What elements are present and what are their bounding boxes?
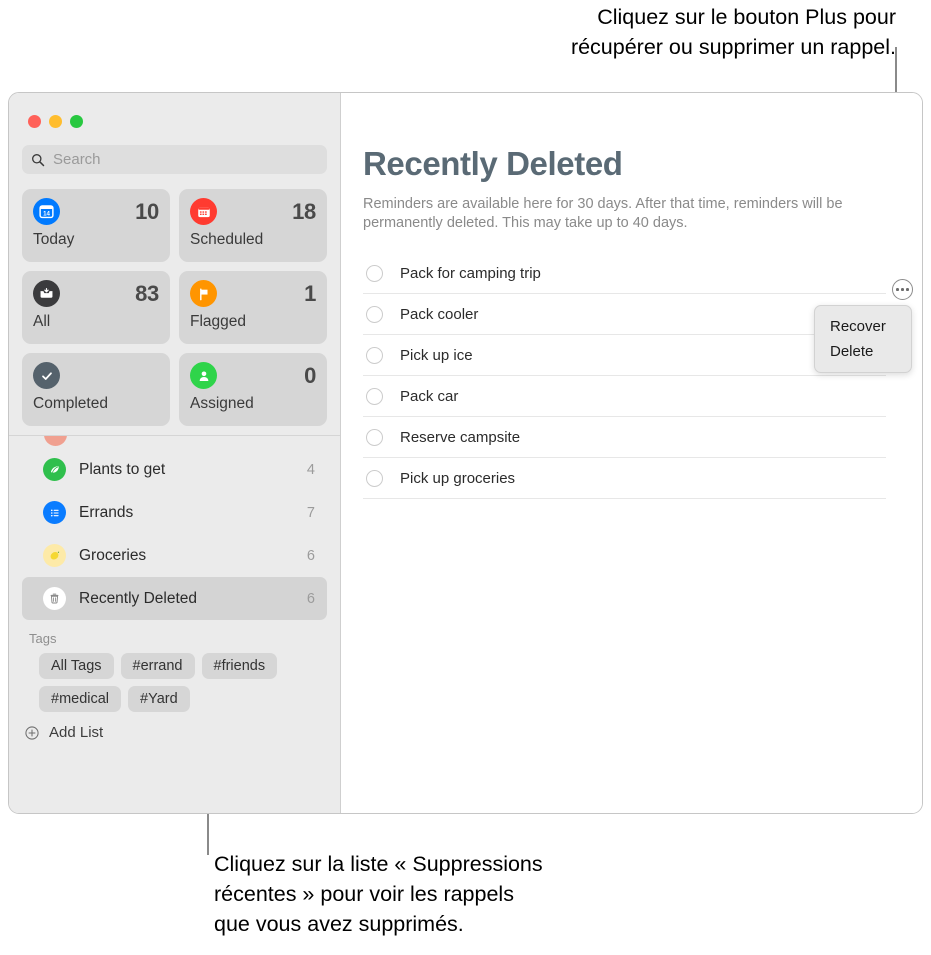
reminder-checkbox[interactable] [366,469,383,487]
smart-card-completed[interactable]: Completed [22,353,170,426]
menu-item-recover[interactable]: Recover [815,314,911,339]
ellipsis-dot [901,288,904,291]
list-count: 7 [306,504,315,521]
reminder-title: Pick up ice [400,346,473,364]
tag-chip-errand[interactable]: #errand [120,653,195,679]
menu-item-delete[interactable]: Delete [815,339,911,364]
reminder-row[interactable]: Pack car [363,376,886,417]
ellipsis-dot [896,288,899,291]
reminder-row[interactable]: Reserve campsite [363,417,886,458]
clipped-list-icon [44,436,67,446]
page-subtitle: Reminders are available here for 30 days… [363,196,843,231]
smart-card-label: Assigned [190,395,254,412]
lemon-icon [43,544,66,567]
calendar-scheduled-icon [190,198,217,225]
reminder-row[interactable]: Pick up ice [363,335,886,376]
reminder-title: Pack for camping trip [400,264,541,282]
smart-card-scheduled[interactable]: 18 Scheduled [179,189,327,262]
list-count: 4 [306,461,315,478]
reminder-title: Reserve campsite [400,428,521,446]
reminder-checkbox[interactable] [366,387,383,405]
reminder-checkbox[interactable] [366,264,383,282]
smart-card-count: 10 [135,198,159,224]
more-options-button[interactable] [892,279,913,300]
reminder-title: Pack car [400,387,459,405]
zoom-button[interactable] [70,115,83,128]
plus-circle-icon [25,725,39,740]
reminder-checkbox[interactable] [366,346,383,364]
reminder-checkbox[interactable] [366,428,383,446]
reminders-window: Search 14 10 Today 18 Scheduled 83 All 1… [8,92,923,814]
smart-card-today[interactable]: 14 10 Today [22,189,170,262]
checkmark-icon [33,362,60,389]
reminder-list: Pack for camping trip Pack cooler Pick u… [363,253,886,499]
smart-card-label: Flagged [190,313,247,330]
callout-text-top: Cliquez sur le bouton Plus pour récupére… [570,5,896,59]
smart-card-count: 0 [304,362,316,388]
svg-text:14: 14 [43,210,50,217]
reminder-row[interactable]: Pick up groceries [363,458,886,499]
tags-list: All Tags #errand #friends #medical #Yard [39,653,327,712]
search-placeholder: Search [53,151,101,168]
flag-icon [190,280,217,307]
search-icon [32,153,45,166]
list-count: 6 [306,547,315,564]
page-title: Recently Deleted [363,145,623,182]
smart-card-assigned[interactable]: 0 Assigned [179,353,327,426]
add-list-button[interactable]: Add List [9,712,340,741]
calendar-today-icon: 14 [33,198,60,225]
context-menu: Recover Delete [814,305,912,373]
trash-icon [43,587,66,610]
tags-section: Tags All Tags #errand #friends #medical … [9,620,340,712]
smart-card-count: 1 [304,280,316,306]
reminder-row[interactable]: Pack for camping trip [363,253,886,294]
smart-lists-grid: 14 10 Today 18 Scheduled 83 All 1 Flagge… [22,189,327,426]
add-list-label: Add List [49,724,104,741]
smart-card-label: All [33,313,51,330]
smart-card-flagged[interactable]: 1 Flagged [179,271,327,344]
content-pane: Recently Deleted Reminders are available… [341,93,922,813]
ellipsis-dot [906,288,909,291]
list-row-groceries[interactable]: Groceries 6 [22,534,327,577]
list-row-errands[interactable]: Errands 7 [22,491,327,534]
leaf-icon [43,458,66,481]
reminder-title: Pack cooler [400,305,479,323]
list-row-plants-to-get[interactable]: Plants to get 4 [22,448,327,491]
window-controls [9,93,340,128]
person-icon [190,362,217,389]
inbox-tray-icon [33,280,60,307]
user-lists: Plants to get 4 Errands 7 Groceries 6 Re… [9,435,340,813]
sidebar: Search 14 10 Today 18 Scheduled 83 All 1… [9,93,341,813]
list-count: 6 [306,590,315,607]
reminder-row[interactable]: Pack cooler [363,294,886,335]
list-name: Errands [79,503,134,521]
smart-card-count: 18 [292,198,316,224]
smart-card-label: Scheduled [190,231,264,248]
smart-card-label: Today [33,231,75,248]
search-input[interactable]: Search [22,145,327,174]
list-row-recently-deleted[interactable]: Recently Deleted 6 [22,577,327,620]
list-name: Plants to get [79,460,166,478]
minimize-button[interactable] [49,115,62,128]
clipped-list-row [9,436,340,448]
reminder-checkbox[interactable] [366,305,383,323]
smart-card-label: Completed [33,395,108,412]
tag-chip-all-tags[interactable]: All Tags [39,653,114,679]
close-button[interactable] [28,115,41,128]
smart-card-all[interactable]: 83 All [22,271,170,344]
tag-chip-medical[interactable]: #medical [39,686,122,712]
tag-chip-friends[interactable]: #friends [201,653,278,679]
tags-header: Tags [29,631,57,646]
tag-chip-yard[interactable]: #Yard [128,686,190,712]
list-name: Recently Deleted [79,589,198,607]
reminder-title: Pick up groceries [400,469,516,487]
list-name: Groceries [79,546,147,564]
smart-card-count: 83 [135,280,159,306]
callout-text-bottom: Cliquez sur la liste « Suppressions réce… [214,852,543,936]
list-bullet-icon [43,501,66,524]
